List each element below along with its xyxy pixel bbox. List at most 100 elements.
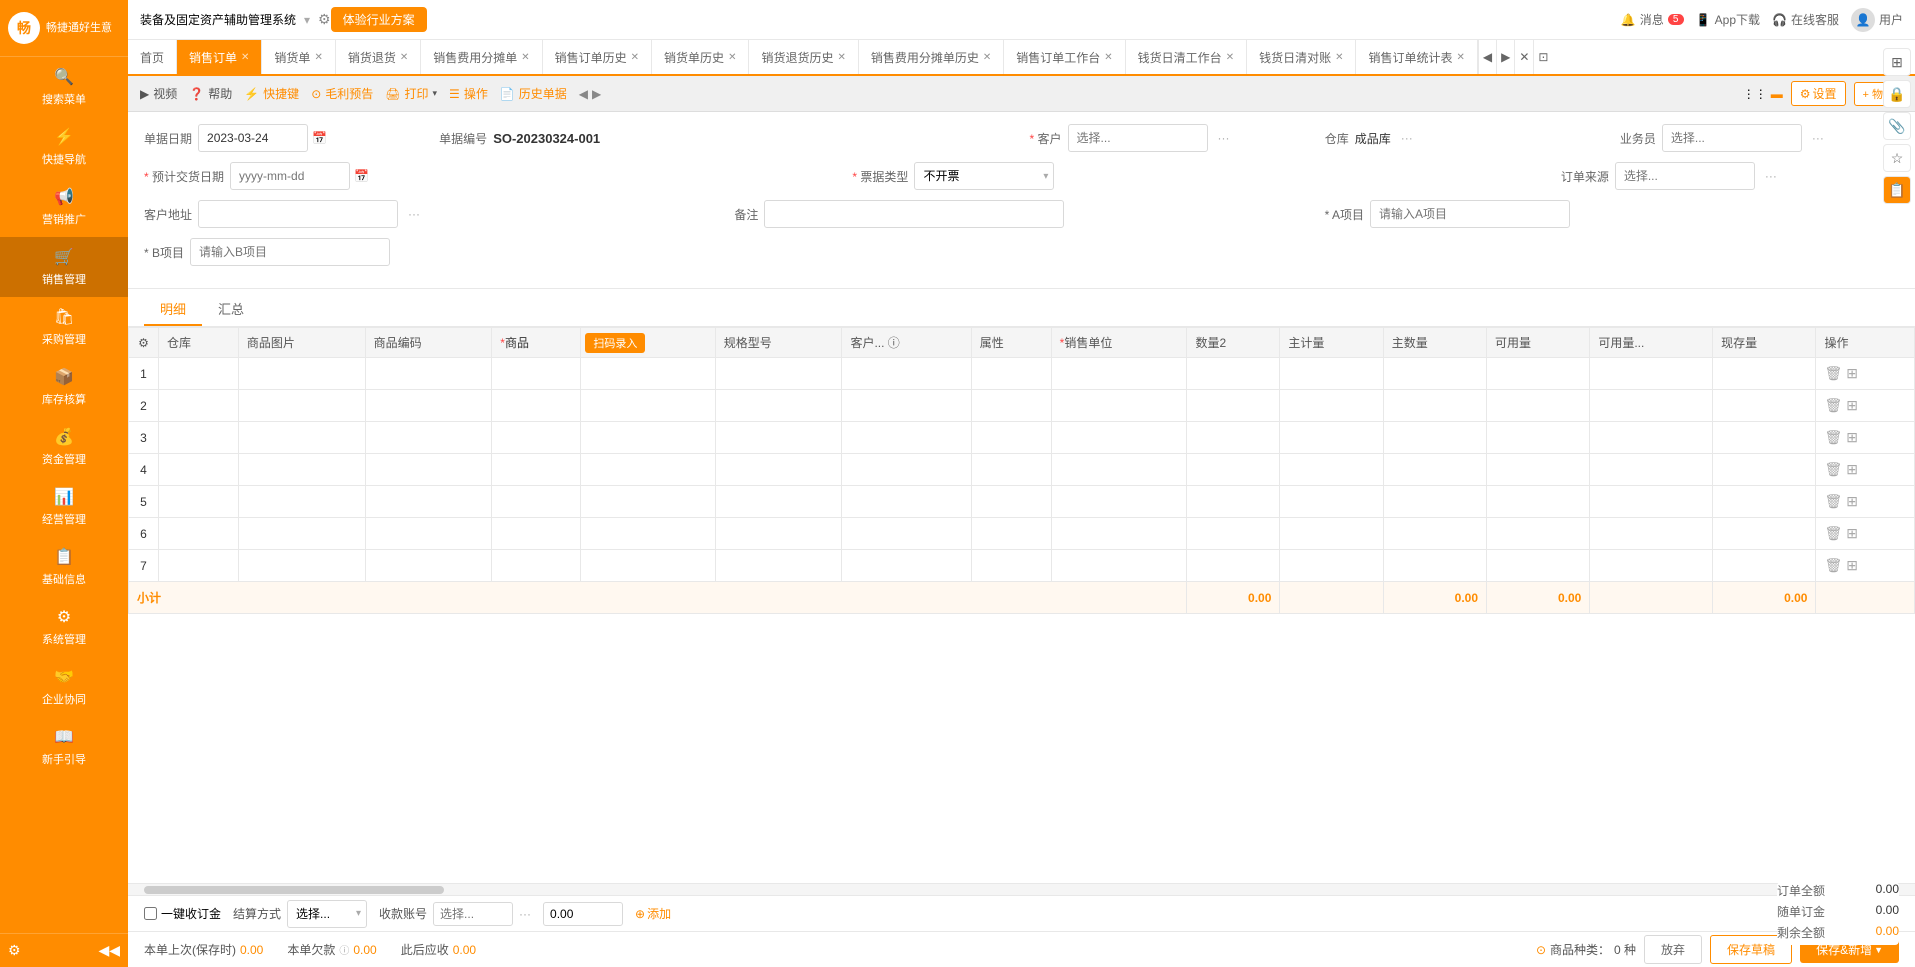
cell-product-image[interactable] — [238, 486, 365, 518]
cell-spec[interactable] — [715, 550, 842, 582]
cell-customer-info[interactable] — [842, 518, 971, 550]
cell-current-stock[interactable] — [1713, 486, 1816, 518]
tab-close-7[interactable]: ✕ — [837, 52, 845, 63]
cell-main-quantity[interactable] — [1383, 518, 1486, 550]
cell-product-image[interactable] — [238, 550, 365, 582]
cell-main-unit[interactable] — [1280, 486, 1383, 518]
cell-scan[interactable] — [581, 518, 715, 550]
tab-item-7[interactable]: 销货退货历史✕ — [749, 40, 858, 75]
delete-icon[interactable]: 🗑 — [1824, 397, 1842, 414]
calendar-icon[interactable]: 📅 — [312, 131, 327, 145]
cell-attributes[interactable] — [971, 390, 1051, 422]
cell-warehouse[interactable] — [159, 518, 239, 550]
copy-icon[interactable]: ⊞ — [1846, 429, 1858, 446]
cell-warehouse[interactable] — [159, 550, 239, 582]
account-dots[interactable]: ··· — [519, 907, 531, 921]
col-settings[interactable]: ⚙ — [129, 328, 159, 358]
cell-customer-info[interactable] — [842, 422, 971, 454]
cell-attributes[interactable] — [971, 422, 1051, 454]
cell-product[interactable] — [492, 454, 581, 486]
cell-product-image[interactable] — [238, 454, 365, 486]
sidebar-item-9[interactable]: ⚙系统管理 — [0, 597, 128, 657]
col-attributes[interactable]: 属性 — [971, 328, 1051, 358]
cell-main-quantity[interactable] — [1383, 358, 1486, 390]
col-quantity2[interactable]: 数量2 — [1187, 328, 1280, 358]
cell-spec[interactable] — [715, 486, 842, 518]
cell-scan[interactable] — [581, 422, 715, 454]
col-product-image[interactable]: 商品图片 — [238, 328, 365, 358]
cell-current-stock[interactable] — [1713, 454, 1816, 486]
cell-available[interactable] — [1487, 518, 1590, 550]
cell-product-code[interactable] — [365, 454, 492, 486]
col-available[interactable]: 可用量 — [1487, 328, 1590, 358]
sidebar-item-1[interactable]: ⚡快捷导航 — [0, 117, 128, 177]
history-button[interactable]: 📄 历史单据 — [500, 85, 567, 102]
shortcut-button[interactable]: ⚡ 快捷键 — [244, 85, 299, 102]
industry-solution-button[interactable]: 体验行业方案 — [331, 7, 427, 32]
cell-warehouse[interactable] — [159, 454, 239, 486]
print-button[interactable]: 🖨 打印 ▾ — [385, 85, 437, 102]
grid-view-toggle[interactable]: ⋮⋮ ▬ — [1743, 87, 1783, 101]
delete-icon[interactable]: 🗑 — [1824, 429, 1842, 446]
deposit-checkbox[interactable] — [144, 907, 157, 920]
cell-product[interactable] — [492, 550, 581, 582]
tab-item-1[interactable]: 销售订单✕ — [177, 40, 262, 75]
help-button[interactable]: ❓ 帮助 — [189, 85, 232, 102]
tab-close-3[interactable]: ✕ — [400, 52, 408, 63]
cell-available2[interactable] — [1590, 550, 1713, 582]
add-button[interactable]: ⊕ 添加 — [635, 905, 671, 922]
cell-product-code[interactable] — [365, 358, 492, 390]
cell-spec[interactable] — [715, 422, 842, 454]
cell-sales-unit[interactable] — [1051, 550, 1187, 582]
sidebar-item-8[interactable]: 📋基础信息 — [0, 537, 128, 597]
staff-dots[interactable]: ··· — [1812, 131, 1824, 145]
cell-scan[interactable] — [581, 550, 715, 582]
cell-customer-info[interactable] — [842, 390, 971, 422]
copy-icon[interactable]: ⊞ — [1846, 557, 1858, 574]
tab-close-11[interactable]: ✕ — [1335, 52, 1343, 63]
tab-close-9[interactable]: ✕ — [1104, 52, 1112, 63]
col-main-quantity[interactable]: 主数量 — [1383, 328, 1486, 358]
col-product[interactable]: *商品 — [492, 328, 581, 358]
app-download-button[interactable]: 📱 App下载 — [1696, 11, 1760, 28]
message-button[interactable]: 🔔 消息 5 — [1621, 11, 1684, 28]
cell-main-unit[interactable] — [1280, 390, 1383, 422]
cell-quantity2[interactable] — [1187, 454, 1280, 486]
payment-method-select[interactable]: 选择... — [287, 900, 367, 928]
sidebar-item-11[interactable]: 📖新手引导 — [0, 717, 128, 777]
col-product-code[interactable]: 商品编码 — [365, 328, 492, 358]
tab-item-10[interactable]: 钱货日清工作台✕ — [1126, 40, 1247, 75]
cell-warehouse[interactable] — [159, 390, 239, 422]
cell-product-code[interactable] — [365, 550, 492, 582]
delete-icon[interactable]: 🗑 — [1824, 493, 1842, 510]
online-support-button[interactable]: 🎧 在线客服 — [1772, 11, 1839, 28]
address-dots[interactable]: ··· — [408, 207, 420, 221]
settings-gear-icon[interactable]: ⚙ — [318, 11, 331, 28]
a-project-input[interactable] — [1370, 200, 1570, 228]
cell-product-code[interactable] — [365, 518, 492, 550]
tab-nav-1[interactable]: ▶ — [1496, 40, 1514, 75]
cell-current-stock[interactable] — [1713, 422, 1816, 454]
collapse-icon[interactable]: ◀◀ — [98, 942, 120, 959]
b-project-input[interactable] — [190, 238, 390, 266]
cell-product-image[interactable] — [238, 422, 365, 454]
cell-available2[interactable] — [1590, 390, 1713, 422]
cell-product[interactable] — [492, 422, 581, 454]
cell-product[interactable] — [492, 390, 581, 422]
customer-dots[interactable]: ··· — [1218, 131, 1230, 145]
cell-available2[interactable] — [1590, 486, 1713, 518]
col-scan[interactable]: 扫码录入 — [581, 328, 715, 358]
account-input[interactable] — [433, 902, 513, 926]
panel-btn-5[interactable]: 📋 — [1883, 176, 1911, 204]
col-main-unit[interactable]: 主计量 — [1280, 328, 1383, 358]
cell-product-image[interactable] — [238, 518, 365, 550]
cell-available2[interactable] — [1590, 358, 1713, 390]
cell-main-quantity[interactable] — [1383, 390, 1486, 422]
panel-btn-4[interactable]: ☆ — [1883, 144, 1911, 172]
current-order-info[interactable]: ⓘ — [339, 942, 349, 957]
cell-available2[interactable] — [1590, 518, 1713, 550]
tab-close-1[interactable]: ✕ — [241, 52, 249, 63]
tab-item-12[interactable]: 销售订单统计表✕ — [1356, 40, 1477, 75]
cell-spec[interactable] — [715, 390, 842, 422]
cell-available[interactable] — [1487, 454, 1590, 486]
